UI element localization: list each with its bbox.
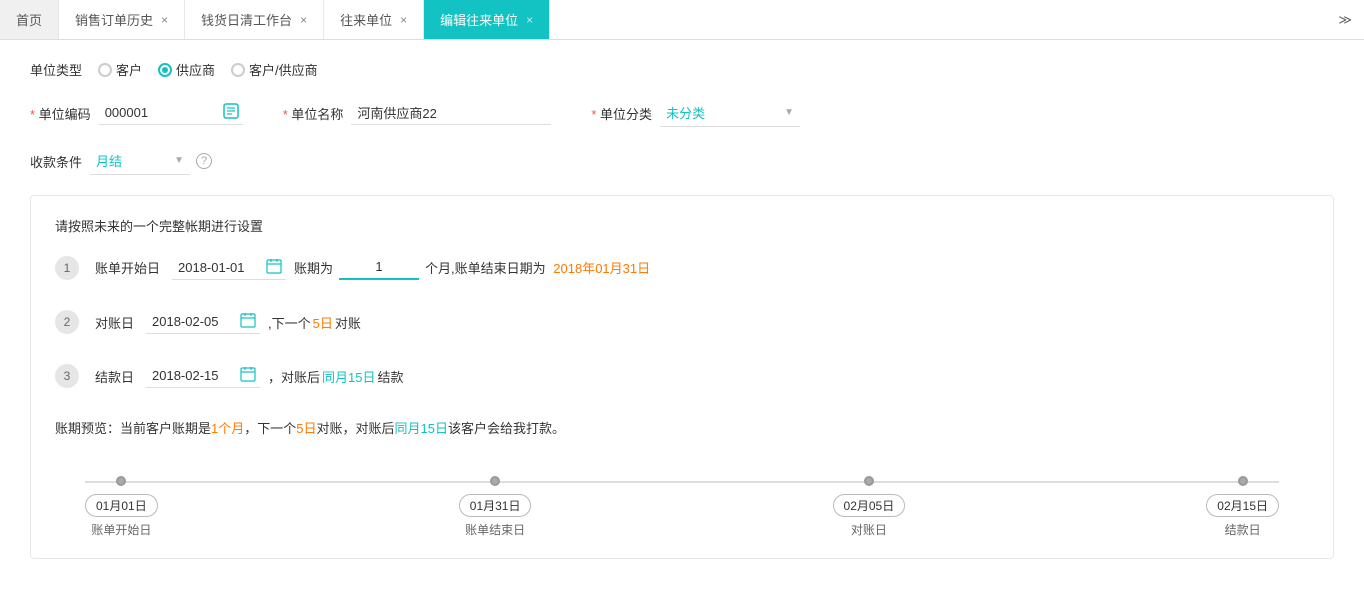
reconcile-date-input[interactable] [146,310,236,333]
row-num-2: 2 [55,310,79,334]
timeline-dot-1 [490,476,500,486]
payment-help-icon[interactable]: ? [196,153,212,169]
radio-supplier[interactable]: 供应商 [158,60,215,79]
timeline-node-1: 01月31日 账单结束日 [459,461,532,538]
start-date-input[interactable] [172,256,262,279]
unit-name-label: 单位名称 [283,104,344,123]
tab-close-counterparty[interactable]: × [400,13,407,27]
timeline-pill-2: 02月05日 [833,494,906,517]
start-date-period-label: 账期为 [294,258,333,277]
unit-type-row: 单位类型 客户 供应商 客户/供应商 [30,60,1334,79]
unit-code-input[interactable] [99,101,219,124]
payment-label: 收款条件 [30,152,82,171]
period-value-input[interactable] [339,255,419,280]
unit-name-input[interactable] [351,101,551,125]
reconcile-date-label: 对账日 [95,313,134,332]
unit-type-label: 单位类型 [30,60,82,79]
payment-date-input[interactable] [146,364,236,387]
tab-counterparty[interactable]: 往来单位 × [324,0,424,39]
unit-info-row: 单位编码 单位名称 单位分类 未分类 ▼ [30,99,1334,127]
payment-date-input-wrap [146,364,260,388]
timeline-node-3: 02月15日 结款日 [1206,461,1279,538]
radio-customer[interactable]: 客户 [98,60,142,79]
start-date-row: 1 账单开始日 账期为 个月,账单结束日期为 2018年01月31日 [55,255,1309,280]
timeline-label-1: 账单结束日 [465,521,525,538]
tab-edit-counterparty[interactable]: 编辑往来单位 × [424,0,550,39]
tab-close-edit-counterparty[interactable]: × [526,13,533,27]
period-end-desc: 个月,账单结束日期为 2018年01月31日 [425,258,650,277]
unit-type-field: 单位类型 客户 供应商 客户/供应商 [30,60,318,79]
payment-date-row: 3 结款日 ，对账后同月15日结款 [55,364,1309,388]
payment-field: 收款条件 月结 ▼ ? [30,147,212,175]
tab-cash-workbench[interactable]: 钱货日清工作台 × [185,0,324,39]
timeline-dot-3 [1238,476,1248,486]
row-num-1: 1 [55,256,79,280]
payment-date-desc: ，对账后同月15日结款 [268,367,404,386]
period-settings-section: 请按照未来的一个完整帐期进行设置 1 账单开始日 账期为 个月,账单结束日期为 … [30,195,1334,559]
timeline-node-2: 02月05日 对账日 [833,461,906,538]
reconcile-desc: ,下一个5日对账 [268,313,361,332]
unit-type-radio-group: 客户 供应商 客户/供应商 [98,60,318,79]
main-content: 单位类型 客户 供应商 客户/供应商 单位编码 [0,40,1364,608]
radio-customer-supplier-circle [231,63,245,77]
tab-sales-history[interactable]: 销售订单历史 × [59,0,185,39]
radio-customer-circle [98,63,112,77]
tab-bar: 首页 销售订单历史 × 钱货日清工作台 × 往来单位 × 编辑往来单位 × ≫ [0,0,1364,40]
timeline-label-3: 结款日 [1225,521,1261,538]
reconcile-date-row: 2 对账日 ,下一个5日对账 [55,310,1309,334]
preview-text: 账期预览：当前客户账期是1个月，下一个5日对账，对账后同月15日该客户会给我打款… [55,418,1309,437]
unit-category-arrow-icon: ▼ [784,107,794,118]
row-num-3: 3 [55,364,79,388]
timeline-nodes: 01月01日 账单开始日 01月31日 账单结束日 02月05日 对账日 02月… [85,461,1279,538]
tab-close-cash-workbench[interactable]: × [300,13,307,27]
payment-arrow-icon: ▼ [174,155,184,166]
timeline-dot-0 [116,476,126,486]
timeline-dot-2 [864,476,874,486]
payment-select[interactable]: 月结 ▼ [90,147,190,175]
unit-code-label: 单位编码 [30,104,91,123]
unit-code-search-icon[interactable] [219,103,243,122]
payment-date-label: 结款日 [95,367,134,386]
section-title: 请按照未来的一个完整帐期进行设置 [55,216,1309,235]
payment-row: 收款条件 月结 ▼ ? [30,147,1334,175]
payment-date-calendar-icon[interactable] [236,366,260,385]
start-date-label: 账单开始日 [95,258,160,277]
unit-code-input-wrap [99,101,243,125]
timeline-pill-0: 01月01日 [85,494,158,517]
reconcile-date-calendar-icon[interactable] [236,312,260,331]
unit-category-select[interactable]: 未分类 ▼ [660,99,800,127]
timeline-label-2: 对账日 [851,521,887,538]
radio-customer-supplier[interactable]: 客户/供应商 [231,60,318,79]
timeline-label-0: 账单开始日 [91,521,151,538]
timeline: 01月01日 账单开始日 01月31日 账单结束日 02月05日 对账日 02月… [55,461,1309,538]
unit-name-field: 单位名称 [283,101,552,125]
unit-category-field: 单位分类 未分类 ▼ [591,99,800,127]
timeline-track [85,481,1279,483]
tab-home[interactable]: 首页 [0,0,59,39]
start-date-calendar-icon[interactable] [262,258,286,277]
timeline-pill-1: 01月31日 [459,494,532,517]
radio-supplier-circle [158,63,172,77]
reconcile-date-input-wrap [146,310,260,334]
tab-close-sales-history[interactable]: × [161,13,168,27]
unit-code-field: 单位编码 [30,101,243,125]
unit-category-label: 单位分类 [591,104,652,123]
tab-expand-button[interactable]: ≫ [1326,0,1364,39]
start-date-input-wrap [172,256,286,280]
timeline-node-0: 01月01日 账单开始日 [85,461,158,538]
timeline-pill-3: 02月15日 [1206,494,1279,517]
